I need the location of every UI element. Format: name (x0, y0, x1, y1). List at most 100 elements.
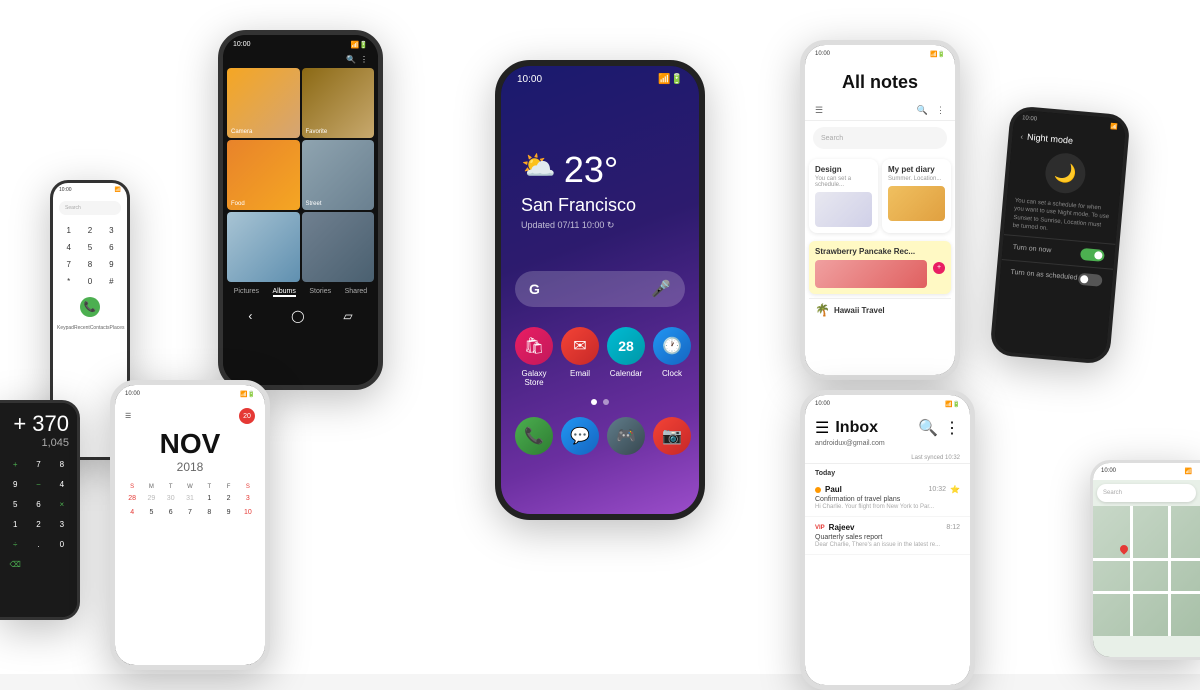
cal-day-8[interactable]: 8 (200, 506, 218, 519)
cal-day-5[interactable]: 5 (142, 506, 160, 519)
app-gamepad[interactable]: 🎮 (607, 417, 645, 455)
tab-keypad[interactable]: Keypad (57, 325, 74, 331)
recents-btn-gallery[interactable]: ▱ (343, 309, 352, 323)
cal-day-9[interactable]: 9 (219, 506, 237, 519)
calc-backspace[interactable]: ⌫ (4, 555, 26, 574)
key-6[interactable]: 6 (102, 240, 121, 255)
app-calendar[interactable]: 28 Calendar (607, 327, 645, 387)
notes-row-1: Design You can set a schedule... My pet … (809, 159, 951, 237)
calc-1[interactable]: 1 (4, 515, 26, 534)
col-mon: M (142, 482, 160, 492)
calc-6[interactable]: 6 (27, 495, 49, 514)
more-icon-email[interactable]: ⋮ (944, 418, 960, 438)
notes-signal: 📶🔋 (930, 51, 945, 58)
calc-2[interactable]: 2 (27, 515, 49, 534)
stories-tab[interactable]: Stories (309, 288, 331, 297)
cal-day-1[interactable]: 1 (200, 492, 218, 505)
cal-day-10[interactable]: 10 (239, 506, 257, 519)
key-9[interactable]: 9 (102, 257, 121, 272)
key-0[interactable]: 0 (80, 274, 99, 289)
turn-on-scheduled-toggle[interactable] (1078, 272, 1103, 286)
phone-center: 10:00 📶🔋 ⛅ 23° San Francisco Updated 07/… (495, 60, 705, 520)
email-item-rajeev[interactable]: VIP Rajeev 8:12 Quarterly sales report D… (805, 517, 970, 555)
key-3[interactable]: 3 (102, 223, 121, 238)
shared-tab[interactable]: Shared (345, 288, 368, 297)
calc-mult[interactable]: × (51, 495, 73, 514)
key-hash[interactable]: # (102, 274, 121, 289)
calc-3[interactable]: 3 (51, 515, 73, 534)
search-bar[interactable]: G 🎤 (515, 271, 685, 307)
key-1[interactable]: 1 (59, 223, 78, 238)
home-btn-gallery[interactable]: ◯ (291, 309, 304, 323)
back-btn-gallery[interactable]: ‹ (248, 309, 252, 323)
calc-4[interactable]: 4 (51, 475, 73, 494)
pictures-tab[interactable]: Pictures (234, 288, 259, 297)
back-icon-night[interactable]: ‹ (1020, 132, 1023, 141)
note-pet-diary[interactable]: My pet diary Summer. Location... (882, 159, 951, 233)
search-icon-gallery[interactable]: 🔍 (346, 55, 356, 64)
key-4[interactable]: 4 (59, 240, 78, 255)
cal-status-bar: 10:00 📶🔋 (115, 385, 265, 404)
app-chat[interactable]: 💬 (561, 417, 599, 455)
call-button[interactable]: 📞 (80, 297, 100, 317)
cal-day-6[interactable]: 6 (162, 506, 180, 519)
note-hawaii-item[interactable]: 🌴 Hawaii Travel (809, 298, 951, 321)
calc-dot[interactable]: . (27, 535, 49, 554)
paul-time: 10:32 (929, 486, 947, 493)
map-search-bar[interactable]: Search (1097, 484, 1196, 502)
key-8[interactable]: 8 (80, 257, 99, 272)
cal-day-29[interactable]: 29 (142, 492, 160, 505)
rajeev-preview: Dear Charlie, There's an issue in the la… (815, 542, 960, 548)
app-email[interactable]: ✉ Email (561, 327, 599, 387)
calc-9[interactable]: 9 (4, 475, 26, 494)
camera-label: Camera (231, 129, 252, 135)
tab-contacts[interactable]: Contacts (90, 325, 110, 331)
phone-gallery: 10:00 📶🔋 🔍 ⋮ Camera Favorite Food Street (218, 30, 383, 390)
calc-8[interactable]: 8 (51, 455, 73, 474)
email-item-paul[interactable]: Paul 10:32 ⭐ Confirmation of travel plan… (805, 479, 970, 517)
calc-0[interactable]: 0 (51, 535, 73, 554)
key-2[interactable]: 2 (80, 223, 99, 238)
more-icon-notes[interactable]: ⋮ (936, 105, 945, 116)
app-clock[interactable]: 🕐 Clock (653, 327, 691, 387)
key-7[interactable]: 7 (59, 257, 78, 272)
app-camera[interactable]: 📷 (653, 417, 691, 455)
menu-icon-cal[interactable]: ☰ (125, 412, 131, 420)
calc-minus[interactable]: − (27, 475, 49, 494)
calc-div[interactable]: ÷ (4, 535, 26, 554)
albums-tab[interactable]: Albums (273, 288, 296, 297)
dialer-search[interactable]: Search (59, 201, 121, 215)
cal-day-2[interactable]: 2 (219, 492, 237, 505)
cal-day-7[interactable]: 7 (181, 506, 199, 519)
more-icon-gallery[interactable]: ⋮ (360, 55, 368, 64)
cal-day-31[interactable]: 31 (181, 492, 199, 505)
calc-plus[interactable]: + (4, 455, 26, 474)
tab-recent[interactable]: Recent (74, 325, 90, 331)
search-icon-notes[interactable]: 🔍 (917, 105, 928, 116)
key-star[interactable]: * (59, 274, 78, 289)
calc-5[interactable]: 5 (4, 495, 26, 514)
turn-on-now-toggle[interactable] (1080, 247, 1105, 261)
search-icon-email[interactable]: 🔍 (918, 418, 938, 438)
app-grid-row1: 🛍 Galaxy Store ✉ Email 28 Calendar 🕐 Clo… (501, 327, 699, 387)
note-design[interactable]: Design You can set a schedule... (809, 159, 878, 233)
galaxy-store-label: Galaxy Store (515, 369, 553, 387)
cal-day-30[interactable]: 30 (162, 492, 180, 505)
temperature-value: 23° (564, 149, 618, 191)
rajeev-sender: VIP Rajeev (815, 523, 854, 532)
menu-icon-email[interactable]: ☰ (815, 418, 829, 438)
menu-icon-notes[interactable]: ☰ (815, 105, 823, 116)
key-5[interactable]: 5 (80, 240, 99, 255)
cal-day-28[interactable]: 28 (123, 492, 141, 505)
notes-search-bar[interactable]: Search (813, 127, 947, 149)
cal-day-3[interactable]: 3 (239, 492, 257, 505)
note-strawberry[interactable]: Strawberry Pancake Rec... + (809, 241, 951, 294)
email-header-bar: ☰ Inbox 🔍 ⋮ (805, 414, 970, 440)
phone-calculator: + 370 1,045 + 7 8 9 − 4 5 6 × 1 2 3 ÷ . … (0, 400, 80, 620)
app-phone[interactable]: 📞 (515, 417, 553, 455)
photo-woman: Camera (227, 68, 300, 138)
calc-7[interactable]: 7 (27, 455, 49, 474)
cal-day-4[interactable]: 4 (123, 506, 141, 519)
tab-places[interactable]: Places (110, 325, 125, 331)
app-galaxy-store[interactable]: 🛍 Galaxy Store (515, 327, 553, 387)
